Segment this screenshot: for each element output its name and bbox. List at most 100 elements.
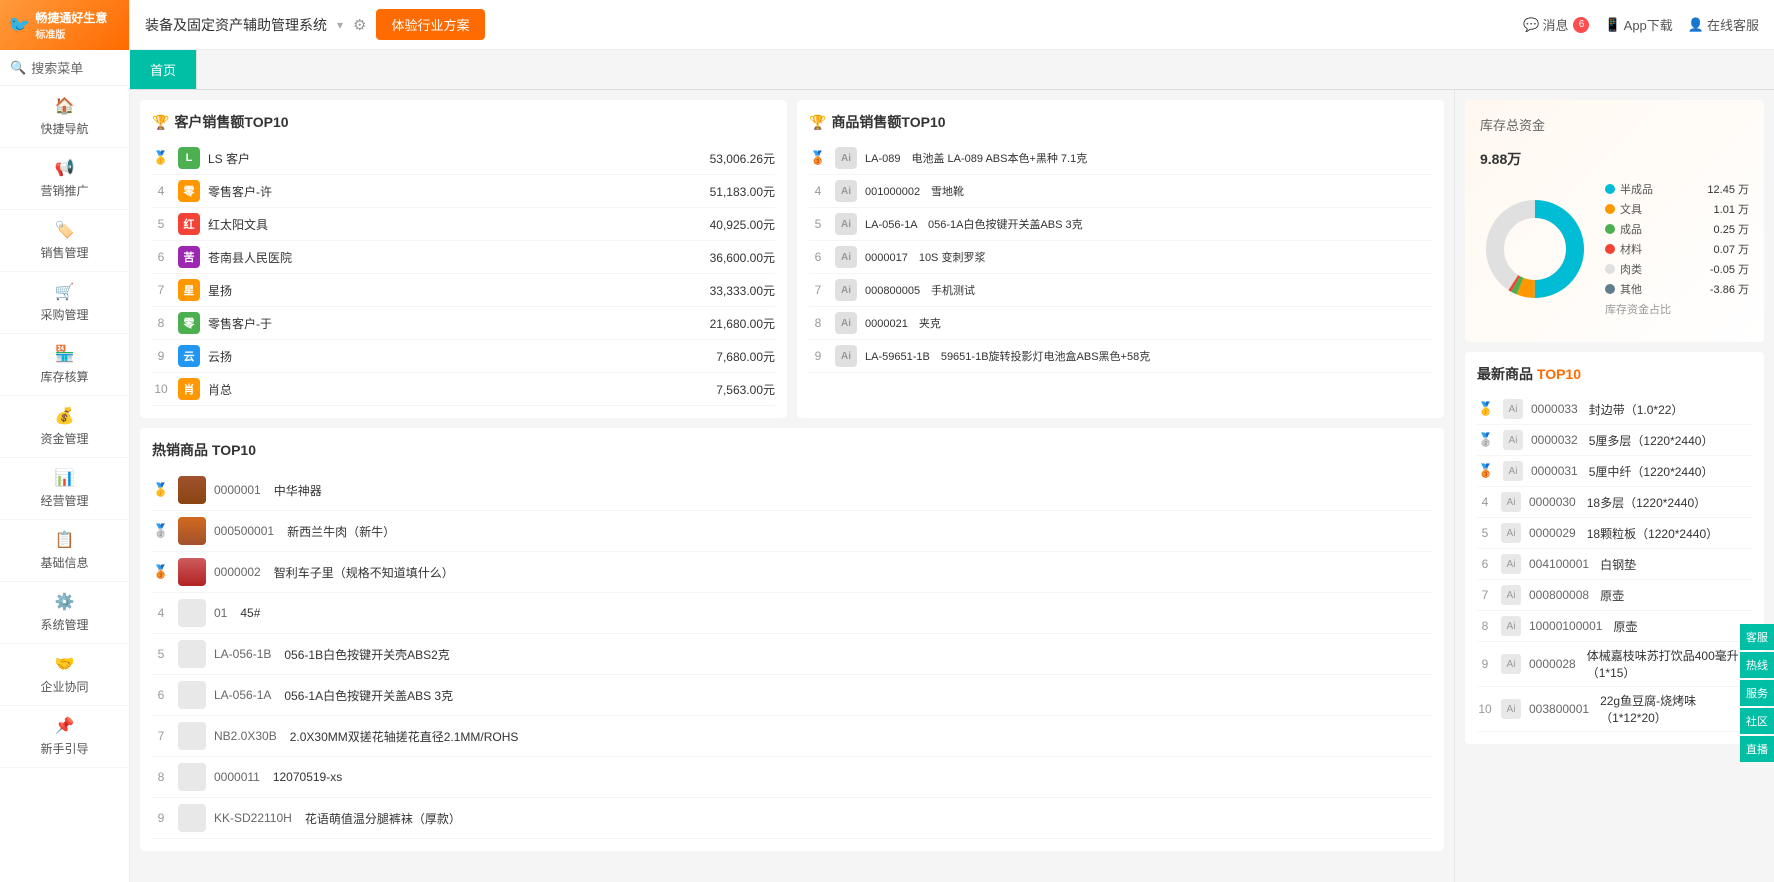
product-thumbnail	[178, 640, 206, 668]
newbie-icon: 📌	[55, 716, 75, 736]
avatar: Ai	[835, 345, 857, 367]
nav-label: 企业协同	[40, 678, 88, 695]
list-item: 🥉 Ai 0000031 5厘中纤（1220*2440）	[1477, 456, 1752, 487]
product-thumbnail	[178, 763, 206, 791]
online-service-btn[interactable]: 👤 在线客服	[1688, 15, 1759, 34]
newest-products-card: 最新商品 TOP10 🥇 Ai 0000033 封边带（1.0*22） 🥈 Ai…	[1465, 352, 1764, 744]
avatar: Ai	[1503, 399, 1523, 419]
avatar: Ai	[835, 213, 857, 235]
sidebar-item-marketing[interactable]: 📢 营销推广	[0, 148, 129, 210]
medal-icon: 🥉	[809, 150, 827, 166]
list-item: 5 LA-056-1B 056-1B白色按键开关壳ABS2克	[152, 634, 1432, 675]
tab-bar: 首页	[130, 50, 1774, 90]
nav-label: 营销推广	[40, 182, 88, 199]
avatar: 云	[178, 345, 200, 367]
newest-products-title: 最新商品 TOP10	[1477, 364, 1752, 384]
avatar: Ai	[835, 279, 857, 301]
customer-ranking-card: 🏆 客户销售额TOP10 🥇 L LS 客户 53,006.26元 4	[140, 100, 787, 418]
list-item: 🥈 000500001 新西兰牛肉（新牛）	[152, 511, 1432, 552]
nav-label: 经营管理	[40, 492, 88, 509]
list-item: 🥇 Ai 0000033 封边带（1.0*22）	[1477, 394, 1752, 425]
medal-icon: 🥈	[1477, 432, 1495, 448]
message-label: 消息	[1542, 15, 1568, 34]
product-thumbnail	[178, 517, 206, 545]
list-item: 4 Ai 0000030 18多层（1220*2440）	[1477, 487, 1752, 518]
table-row: 6 苦 苍南县人民医院 36,600.00元	[152, 241, 775, 274]
sidebar-item-system[interactable]: ⚙️ 系统管理	[0, 582, 129, 644]
newest-products-list: 🥇 Ai 0000033 封边带（1.0*22） 🥈 Ai 0000032 5厘…	[1477, 394, 1752, 732]
content-area: 🏆 客户销售额TOP10 🥇 L LS 客户 53,006.26元 4	[130, 90, 1774, 882]
avatar: Ai	[1501, 554, 1521, 574]
inventory-icon: 🏪	[55, 344, 75, 364]
customer-list: 🥇 L LS 客户 53,006.26元 4 零 零售客户-许 51,183.0…	[152, 142, 775, 406]
nav-label: 销售管理	[40, 244, 88, 261]
list-item: 9 KK-SD22110H 花语萌值温分腿裤袜（厚款）	[152, 798, 1432, 839]
list-item: 5 Ai 0000029 18颗粒板（1220*2440）	[1477, 518, 1752, 549]
logo-icon: 🐦	[8, 15, 30, 36]
product-list: 🥉 Ai LA-089 电池盖 LA-089 ABS本色+黑种 7.1克 4 A…	[809, 142, 1432, 373]
sales-icon: 🏷️	[55, 220, 75, 240]
avatar: Ai	[1501, 616, 1521, 636]
nav-label: 库存核算	[40, 368, 88, 385]
list-item: 7 Ai 000800008 原壶	[1477, 580, 1752, 611]
list-item: 8 0000011 12070519-xs	[152, 757, 1432, 798]
trial-button[interactable]: 体验行业方案	[376, 9, 484, 40]
legend-item-material: 材料 0.07 万	[1605, 241, 1749, 257]
product-thumbnail	[178, 599, 206, 627]
sidebar-item-basic-info[interactable]: 📋 基础信息	[0, 520, 129, 582]
hotline-btn[interactable]: 热线	[1740, 652, 1774, 678]
avatar: Ai	[835, 246, 857, 268]
legend-dot	[1605, 184, 1615, 194]
table-row: 9 云 云扬 7,680.00元	[152, 340, 775, 373]
avatar: 零	[178, 180, 200, 202]
service-community-btn[interactable]: 服务	[1740, 680, 1774, 706]
medal-icon: 🥇	[152, 482, 170, 498]
sidebar-item-purchase[interactable]: 🛒 采购管理	[0, 272, 129, 334]
customer-service-btn[interactable]: 客服	[1740, 624, 1774, 650]
gear-icon[interactable]: ⚙	[353, 16, 366, 34]
list-item: 6 Ai 004100001 白钢垫	[1477, 549, 1752, 580]
basic-info-icon: 📋	[55, 530, 75, 550]
operations-icon: 📊	[55, 468, 75, 488]
product-thumbnail	[178, 722, 206, 750]
system-name: 装备及固定资产辅助管理系统	[145, 15, 327, 35]
legend-item-other: 其他 -3.86 万	[1605, 281, 1749, 297]
community-btn[interactable]: 社区	[1740, 708, 1774, 734]
dropdown-icon[interactable]: ▾	[337, 18, 343, 32]
home-icon: 🏠	[55, 96, 75, 116]
avatar: 红	[178, 213, 200, 235]
avatar: Ai	[835, 312, 857, 334]
list-item: 4 01 45#	[152, 593, 1432, 634]
hot-products-list: 🥇 0000001 中华神器 🥈 000500001 新西兰牛肉（新	[152, 470, 1432, 839]
live-btn[interactable]: 直播	[1740, 736, 1774, 762]
sidebar-item-inventory[interactable]: 🏪 库存核算	[0, 334, 129, 396]
inventory-title: 库存总资金	[1480, 115, 1749, 134]
list-item: 9 Ai 0000028 体械嘉枝味苏打饮品400毫升（1*15）	[1477, 642, 1752, 687]
purchase-icon: 🛒	[55, 282, 75, 302]
search-menu[interactable]: 🔍 搜索菜单	[0, 50, 129, 86]
sidebar-item-operations[interactable]: 📊 经营管理	[0, 458, 129, 520]
message-btn[interactable]: 💬 消息 6	[1523, 15, 1589, 34]
avatar: 星	[178, 279, 200, 301]
tab-home[interactable]: 首页	[130, 50, 197, 89]
sidebar-item-quick-nav[interactable]: 🏠 快捷导航	[0, 86, 129, 148]
sidebar-item-enterprise[interactable]: 🤝 企业协同	[0, 644, 129, 706]
message-badge: 6	[1573, 17, 1589, 33]
table-row: 8 Ai 0000021 夹克	[809, 307, 1432, 340]
list-item: 6 LA-056-1A 056-1A白色按键开关盖ABS 3克	[152, 675, 1432, 716]
donut-chart-svg	[1480, 194, 1590, 304]
search-icon: 🔍	[10, 60, 26, 76]
search-label: 搜索菜单	[31, 58, 83, 77]
inventory-chart: 半成品 12.45 万 文具 1.01 万 成品 0.25 万	[1480, 171, 1749, 327]
app-download-btn[interactable]: 📱 App下载	[1604, 15, 1672, 34]
sidebar-item-sales[interactable]: 🏷️ 销售管理	[0, 210, 129, 272]
avatar: Ai	[1503, 461, 1523, 481]
right-panel: 库存总资金 9.88万	[1454, 90, 1774, 882]
hot-products-title: 热销商品 TOP10	[152, 440, 1432, 460]
table-row: 9 Ai LA-59651-1B 59651-1B旋转投影灯电池盒ABS黑色+5…	[809, 340, 1432, 373]
legend-dot	[1605, 244, 1615, 254]
sidebar-item-finance[interactable]: 💰 资金管理	[0, 396, 129, 458]
system-icon: ⚙️	[55, 592, 75, 612]
sidebar-item-newbie[interactable]: 📌 新手引导	[0, 706, 129, 768]
nav-label: 基础信息	[40, 554, 88, 571]
